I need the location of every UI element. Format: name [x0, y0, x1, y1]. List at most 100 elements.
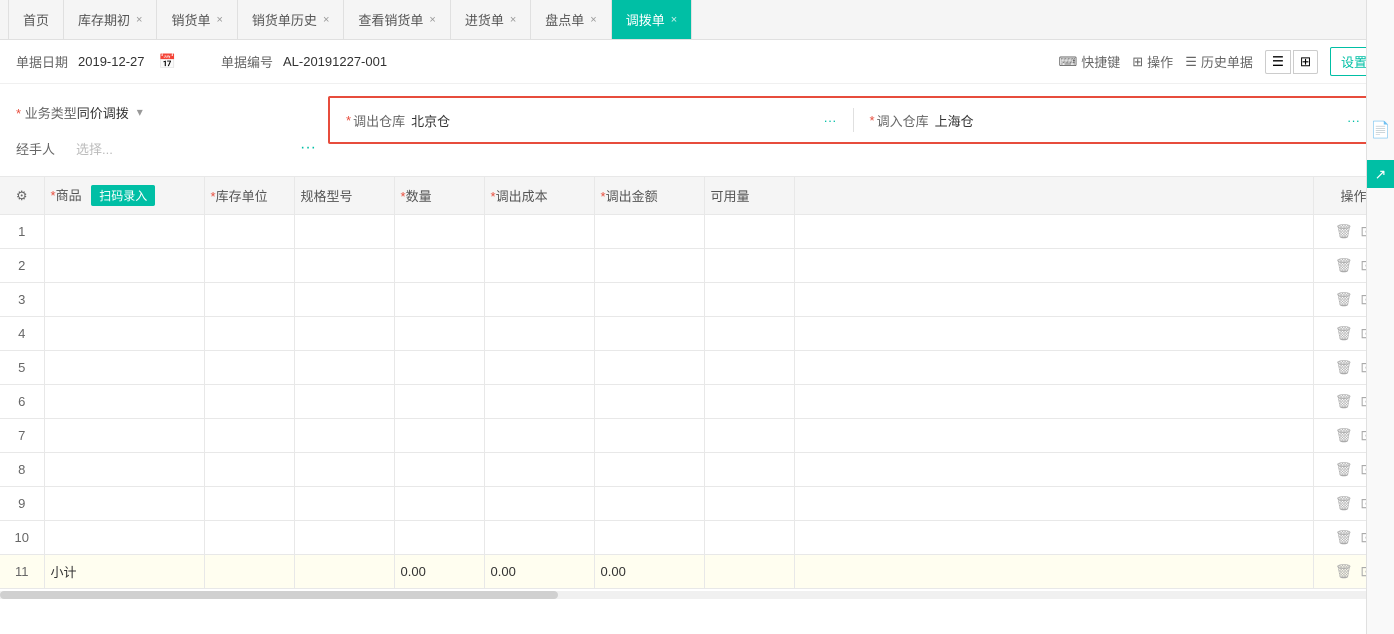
unit-cell[interactable] — [204, 487, 294, 521]
spec-cell[interactable] — [294, 453, 394, 487]
amount-cell[interactable] — [594, 385, 704, 419]
warehouse-out-more-btn[interactable]: ··· — [824, 113, 837, 128]
grid-view-btn[interactable]: ⊞ — [1293, 50, 1318, 74]
unit-cell[interactable] — [204, 521, 294, 555]
cost-cell[interactable] — [484, 385, 594, 419]
close-icon[interactable]: × — [136, 14, 142, 26]
amount-cell[interactable] — [594, 283, 704, 317]
delete-icon[interactable]: 🗑 — [1335, 495, 1353, 511]
warehouse-out-value[interactable]: 北京仓 — [411, 111, 450, 130]
cost-cell[interactable] — [484, 419, 594, 453]
close-icon[interactable]: × — [510, 14, 516, 26]
spec-cell[interactable] — [294, 487, 394, 521]
scan-button[interactable]: 扫码录入 — [91, 185, 155, 206]
delete-icon[interactable]: 🗑 — [1335, 359, 1353, 375]
cost-cell[interactable] — [484, 249, 594, 283]
spec-cell[interactable] — [294, 317, 394, 351]
available-cell[interactable] — [704, 419, 794, 453]
unit-cell[interactable] — [204, 453, 294, 487]
cost-cell[interactable] — [484, 453, 594, 487]
horizontal-scrollbar[interactable] — [0, 591, 1394, 599]
available-cell[interactable] — [704, 351, 794, 385]
delete-icon[interactable]: 🗑 — [1335, 393, 1353, 409]
business-type-select[interactable]: 同价调拨 ▾ — [77, 103, 316, 122]
delete-icon[interactable]: 🗑 — [1335, 257, 1353, 273]
product-cell[interactable] — [44, 283, 204, 317]
available-cell[interactable] — [704, 385, 794, 419]
product-cell[interactable] — [44, 351, 204, 385]
delete-icon[interactable]: 🗑 — [1335, 427, 1353, 443]
product-cell[interactable] — [44, 521, 204, 555]
warehouse-in-value[interactable]: 上海仓 — [935, 111, 974, 130]
spec-cell[interactable] — [294, 385, 394, 419]
spec-cell[interactable] — [294, 521, 394, 555]
product-cell[interactable] — [44, 453, 204, 487]
available-cell[interactable] — [704, 487, 794, 521]
available-cell[interactable] — [704, 453, 794, 487]
warehouse-in-more-btn[interactable]: ··· — [1347, 113, 1360, 128]
settings-icon[interactable]: ⚙ — [16, 188, 28, 203]
quantity-cell[interactable] — [394, 283, 484, 317]
quantity-cell[interactable] — [394, 215, 484, 249]
person-select[interactable]: 选择... — [76, 139, 292, 158]
amount-cell[interactable] — [594, 487, 704, 521]
unit-cell[interactable] — [204, 215, 294, 249]
product-cell[interactable] — [44, 419, 204, 453]
available-cell[interactable] — [704, 249, 794, 283]
available-cell[interactable] — [704, 215, 794, 249]
unit-cell[interactable] — [204, 385, 294, 419]
tab-transfer[interactable]: 调拨单 × — [612, 0, 692, 39]
calendar-icon[interactable]: 📅 — [159, 53, 176, 70]
scroll-thumb[interactable] — [0, 591, 558, 599]
unit-cell[interactable] — [204, 317, 294, 351]
history-btn[interactable]: ☰ 历史单据 — [1185, 52, 1253, 71]
quantity-cell[interactable] — [394, 453, 484, 487]
cost-cell[interactable] — [484, 317, 594, 351]
tab-purchase[interactable]: 进货单 × — [451, 0, 531, 39]
delete-icon[interactable]: 🗑 — [1335, 563, 1353, 579]
unit-cell[interactable] — [204, 419, 294, 453]
close-icon[interactable]: × — [671, 14, 677, 26]
close-icon[interactable]: × — [323, 14, 329, 26]
delete-icon[interactable]: 🗑 — [1335, 223, 1353, 239]
close-icon[interactable]: × — [216, 14, 222, 26]
spec-cell[interactable] — [294, 283, 394, 317]
unit-cell[interactable] — [204, 249, 294, 283]
available-cell[interactable] — [704, 283, 794, 317]
cost-cell[interactable] — [484, 487, 594, 521]
product-cell[interactable] — [44, 249, 204, 283]
quantity-cell[interactable] — [394, 521, 484, 555]
amount-cell[interactable] — [594, 215, 704, 249]
amount-cell[interactable] — [594, 419, 704, 453]
available-cell[interactable] — [704, 521, 794, 555]
delete-icon[interactable]: 🗑 — [1335, 325, 1353, 341]
unit-cell[interactable] — [204, 283, 294, 317]
tab-sales-history[interactable]: 销货单历史 × — [238, 0, 344, 39]
unit-cell[interactable] — [204, 351, 294, 385]
cost-cell[interactable] — [484, 283, 594, 317]
delete-icon[interactable]: 🗑 — [1335, 529, 1353, 545]
tab-inventory-check[interactable]: 盘点单 × — [531, 0, 611, 39]
list-view-btn[interactable]: ☰ — [1265, 50, 1291, 74]
tab-view-sales[interactable]: 查看销货单 × — [344, 0, 450, 39]
amount-cell[interactable] — [594, 317, 704, 351]
quantity-cell[interactable] — [394, 351, 484, 385]
quantity-cell[interactable] — [394, 419, 484, 453]
sidebar-export-icon[interactable]: ↗ — [1367, 160, 1394, 188]
delete-icon[interactable]: 🗑 — [1335, 291, 1353, 307]
amount-cell[interactable] — [594, 249, 704, 283]
quantity-cell[interactable] — [394, 249, 484, 283]
spec-cell[interactable] — [294, 249, 394, 283]
person-more-btn[interactable]: ··· — [300, 139, 316, 157]
cost-cell[interactable] — [484, 351, 594, 385]
tab-home[interactable]: 首页 — [8, 0, 64, 39]
product-cell[interactable] — [44, 215, 204, 249]
cost-cell[interactable] — [484, 521, 594, 555]
product-cell[interactable] — [44, 317, 204, 351]
amount-cell[interactable] — [594, 453, 704, 487]
cost-cell[interactable] — [484, 215, 594, 249]
tab-inventory-init[interactable]: 库存期初 × — [64, 0, 157, 39]
quantity-cell[interactable] — [394, 317, 484, 351]
product-cell[interactable] — [44, 385, 204, 419]
quantity-cell[interactable] — [394, 385, 484, 419]
